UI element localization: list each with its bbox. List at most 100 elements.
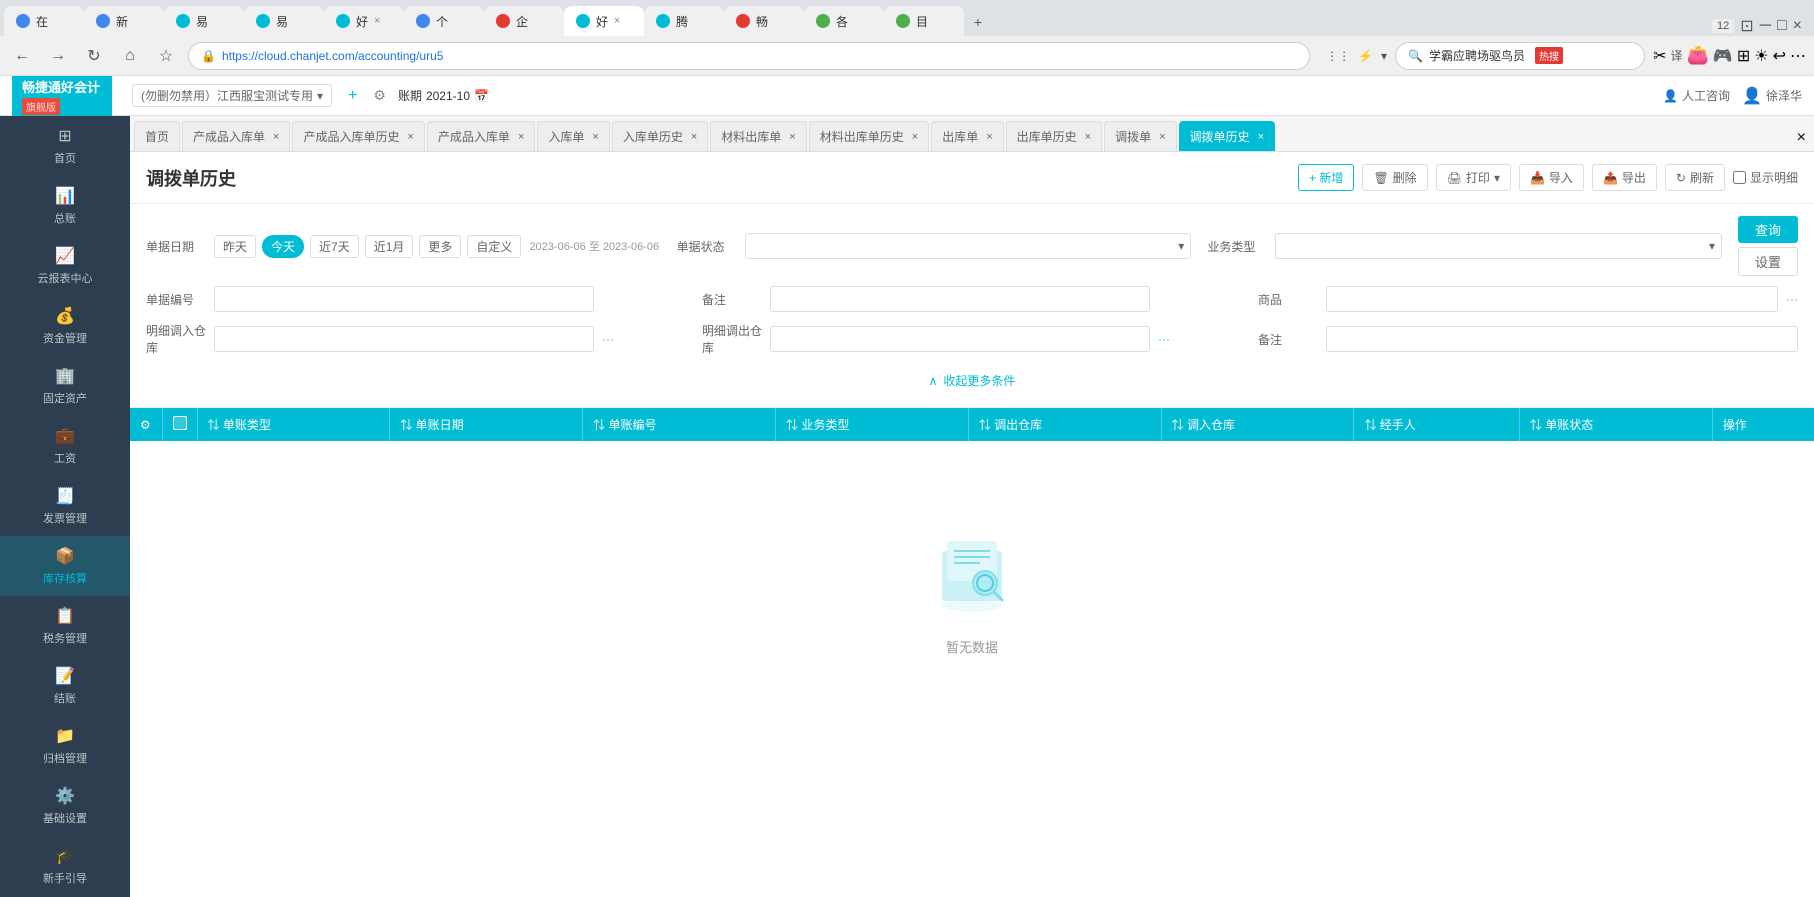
remark-input[interactable] [770,286,1150,312]
out-wh-input[interactable] [770,326,1150,352]
calendar-icon[interactable]: 📅 [474,89,489,103]
page-tab-11[interactable]: 调拨单历史 × [1179,121,1275,151]
th-out-wh[interactable]: ⇅ 调出仓库 [968,408,1161,441]
new-tab-btn[interactable]: + [964,8,992,36]
print-btn[interactable]: 🖨 打印 ▾ [1436,164,1511,191]
out-wh-more-btn[interactable]: ··· [1158,332,1170,346]
sidebar-item-settings[interactable]: ⚙️ 基础设置 [0,776,130,836]
browser-tab-8[interactable]: 腾 [644,6,724,36]
import-btn[interactable]: 📥 导入 [1519,164,1584,191]
company-settings-icon[interactable]: ⚙ [373,87,386,104]
sidebar-item-assets[interactable]: 🏢 固定资产 [0,356,130,416]
restore-btn[interactable]: ⊡ [1740,16,1753,36]
dropdown-icon[interactable]: ▾ [1381,49,1387,63]
goods-more-btn[interactable]: ··· [1786,292,1798,306]
th-handler[interactable]: ⇅ 经手人 [1354,408,1519,441]
add-company-btn[interactable]: + [348,87,357,105]
browser-tab-10[interactable]: 各 [804,6,884,36]
sun-icon[interactable]: ☀ [1754,46,1768,66]
th-biz-type[interactable]: ⇅ 业务类型 [775,408,968,441]
browser-tab-7[interactable]: 好 × [564,6,644,36]
search-bar[interactable]: 🔍 学霸应聘场驱鸟员 热搜 [1395,42,1645,70]
th-no[interactable]: ⇅ 单账编号 [583,408,776,441]
page-tab-home[interactable]: 首页 [134,121,180,151]
page-tab-6-close[interactable]: × [789,131,795,143]
doc-no-input[interactable] [214,286,594,312]
browser-menu-icon[interactable]: ⋮⋮ [1326,49,1350,63]
browser-tab-11[interactable]: 目 [884,6,964,36]
translate-icon[interactable]: 译 [1670,47,1682,64]
browser-tab-2[interactable]: 易 [164,6,244,36]
browser-tab-6[interactable]: 企 [484,6,564,36]
page-tab-11-close[interactable]: × [1258,131,1264,143]
remark2-input[interactable] [1326,326,1798,352]
browser-tab-1[interactable]: 新 [84,6,164,36]
th-settings[interactable]: ⚙ [130,408,162,441]
page-tab-3[interactable]: 产成品入库单 × [427,121,535,151]
lightning-icon[interactable]: ⚡ [1358,49,1373,63]
query-btn[interactable]: 查询 [1738,216,1798,243]
in-wh-input[interactable] [214,326,594,352]
page-tab-10-close[interactable]: × [1159,131,1165,143]
biz-type-select[interactable]: ▾ [1275,233,1722,259]
wallet-icon[interactable]: 👛 [1687,45,1709,66]
browser-tab-4[interactable]: 好 × [324,6,404,36]
dots-menu-icon[interactable]: ⋯ [1790,46,1806,66]
page-tab-5-close[interactable]: × [691,131,697,143]
th-status[interactable]: ⇅ 单账状态 [1519,408,1712,441]
bookmark-btn[interactable]: ☆ [152,42,180,70]
sidebar-item-invoice[interactable]: 🧾 发票管理 [0,476,130,536]
table-settings-icon[interactable]: ⚙ [140,418,151,432]
date-btn-1month[interactable]: 近1月 [365,235,414,258]
page-tab-8-close[interactable]: × [986,131,992,143]
new-btn[interactable]: + 新增 [1298,164,1354,191]
date-btn-yesterday[interactable]: 昨天 [214,235,256,258]
sidebar-item-reports[interactable]: 📈 云报表中心 [0,236,130,296]
refresh-btn[interactable]: ↻ [80,42,108,70]
page-tab-1[interactable]: 产成品入库单 × [182,121,290,151]
page-tab-8[interactable]: 出库单 × [931,121,1003,151]
page-tab-9-close[interactable]: × [1085,131,1091,143]
page-tab-7-close[interactable]: × [912,131,918,143]
sidebar-item-funds[interactable]: 💰 资金管理 [0,296,130,356]
page-tab-4[interactable]: 入库单 × [537,121,609,151]
date-btn-today[interactable]: 今天 [262,235,304,258]
goods-input[interactable] [1326,286,1778,312]
th-checkbox[interactable] [162,408,197,441]
back-btn[interactable]: ← [8,42,36,70]
close-window-btn[interactable]: × [1793,17,1802,35]
browser-tab-9[interactable]: 畅 [724,6,804,36]
sidebar-item-guide[interactable]: 🎓 新手引导 [0,836,130,896]
sidebar-item-archive[interactable]: 📁 归档管理 [0,716,130,776]
tab-close-7[interactable]: × [614,15,620,27]
sidebar-item-home[interactable]: ⊞ 首页 [0,116,130,176]
setting-btn[interactable]: 设置 [1738,247,1798,276]
th-in-wh[interactable]: ⇅ 调入仓库 [1161,408,1354,441]
scissors-icon[interactable]: ✂ [1653,46,1666,66]
page-tab-3-close[interactable]: × [518,131,524,143]
th-type[interactable]: ⇅ 单账类型 [197,408,390,441]
tab-close-4[interactable]: × [374,15,380,27]
address-bar[interactable]: 🔒 https://cloud.chanjet.com/accounting/u… [188,42,1310,70]
sidebar-item-payroll[interactable]: 💼 工资 [0,416,130,476]
sidebar-item-tax[interactable]: 📋 税务管理 [0,596,130,656]
browser-tab-5[interactable]: 个 [404,6,484,36]
status-select[interactable]: ▾ [745,233,1192,259]
date-btn-7days[interactable]: 近7天 [310,235,359,258]
show-all-checkbox[interactable] [1733,171,1746,184]
collapse-btn[interactable]: ∧ 收起更多条件 [146,366,1798,395]
page-tab-9[interactable]: 出库单历史 × [1006,121,1102,151]
select-all-checkbox[interactable] [173,416,187,430]
export-btn[interactable]: 📤 导出 [1592,164,1657,191]
user-info-btn[interactable]: 👤 徐泽华 [1742,86,1802,106]
page-tab-7[interactable]: 材料出库单历史 × [809,121,929,151]
page-tab-10[interactable]: 调拨单 × [1104,121,1176,151]
page-tab-1-close[interactable]: × [273,131,279,143]
in-wh-more-btn[interactable]: ··· [602,332,614,346]
maximize-btn[interactable]: □ [1777,17,1787,35]
game-icon[interactable]: 🎮 [1713,46,1733,66]
undo-icon[interactable]: ↩ [1773,46,1786,66]
customer-service-btn[interactable]: 👤 人工咨询 [1663,87,1730,104]
forward-btn[interactable]: → [44,42,72,70]
date-btn-custom[interactable]: 自定义 [467,235,521,258]
